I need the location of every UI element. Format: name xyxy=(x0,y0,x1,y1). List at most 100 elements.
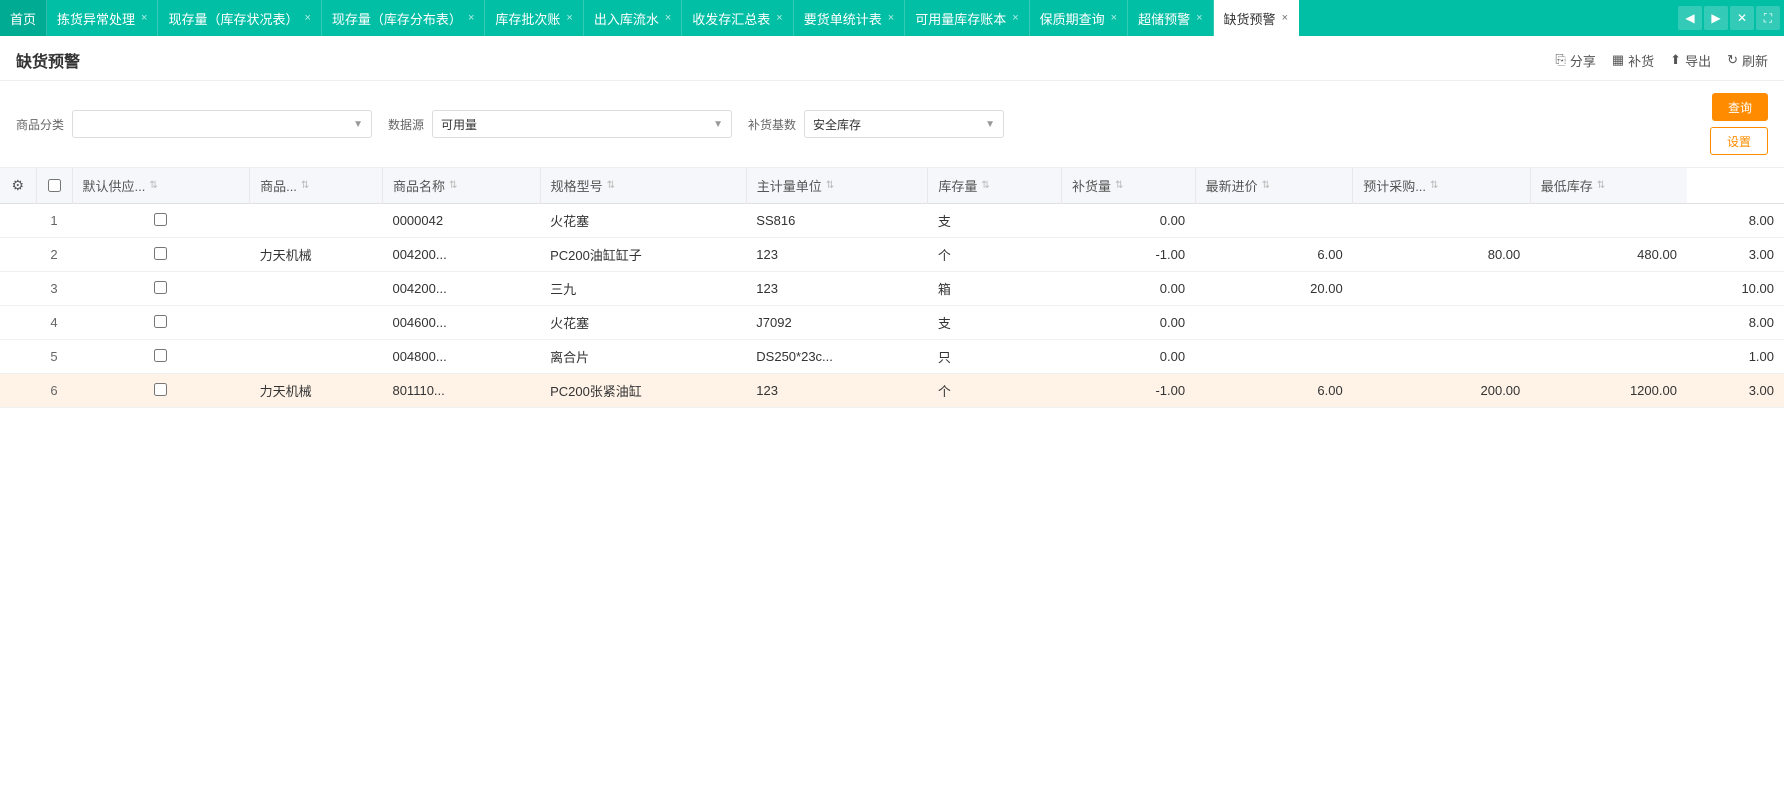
refresh-icon: ↻ xyxy=(1727,52,1738,68)
sort-icon-replenish-qty: ⇅ xyxy=(1115,180,1123,191)
tab-close-可用量库存账本[interactable]: × xyxy=(1012,12,1018,24)
row-min-stock: 8.00 xyxy=(1687,306,1784,340)
th-default-supplier[interactable]: 默认供应... ⇅ xyxy=(72,168,250,204)
tab-close-现存量（库存状况表）[interactable]: × xyxy=(304,12,310,24)
nav-tab-可用量库存账本[interactable]: 可用量库存账本× xyxy=(905,0,1029,36)
row-number: 5 xyxy=(36,340,72,374)
refresh-button[interactable]: ↻ 刷新 xyxy=(1727,51,1768,70)
row-latest-price xyxy=(1353,204,1531,238)
row-product-name: PC200张紧油缸 xyxy=(540,374,746,408)
row-checkbox[interactable] xyxy=(154,315,167,328)
sort-icon-name: ⇅ xyxy=(449,180,457,191)
tab-close-保质期查询[interactable]: × xyxy=(1111,12,1117,24)
tab-close-拣货异常处理[interactable]: × xyxy=(141,12,147,24)
tab-close-缺货预警[interactable]: × xyxy=(1282,12,1288,24)
filter-actions: 查询 设置 xyxy=(1710,93,1768,155)
row-checkbox[interactable] xyxy=(154,281,167,294)
category-select-arrow: ▼ xyxy=(353,119,363,130)
replenish-select-value: 安全库存 xyxy=(813,116,861,133)
th-latest-price[interactable]: 最新进价 ⇅ xyxy=(1195,168,1353,204)
sort-icon-supplier: ⇅ xyxy=(149,180,157,191)
nav-tab-现存量（库存状况表）[interactable]: 现存量（库存状况表）× xyxy=(158,0,321,36)
filter-bar: 商品分类 ▼ 数据源 可用量 ▼ 补货基数 安全库存 ▼ 查询 xyxy=(0,81,1784,168)
row-unit: 个 xyxy=(928,238,1062,272)
tab-close-要货单统计表[interactable]: × xyxy=(888,12,894,24)
settings-button[interactable]: 设置 xyxy=(1710,127,1768,155)
nav-tab-现存量（库存分布表）[interactable]: 现存量（库存分布表）× xyxy=(322,0,485,36)
nav-tab-保质期查询[interactable]: 保质期查询× xyxy=(1030,0,1128,36)
row-gear-cell xyxy=(0,306,36,340)
nav-tab-收发存汇总表[interactable]: 收发存汇总表× xyxy=(682,0,793,36)
th-stock[interactable]: 库存量 ⇅ xyxy=(928,168,1062,204)
row-min-stock: 3.00 xyxy=(1687,238,1784,272)
th-min-stock[interactable]: 最低库存 ⇅ xyxy=(1530,168,1687,204)
nav-next-button[interactable]: ▶ xyxy=(1704,6,1728,30)
row-replenish-qty xyxy=(1195,306,1353,340)
nav-tab-要货单统计表[interactable]: 要货单统计表× xyxy=(794,0,905,36)
header-actions: ⎘ 分享 ▦ 补货 ⬆ 导出 ↻ 刷新 xyxy=(1555,51,1768,70)
row-checkbox[interactable] xyxy=(154,213,167,226)
share-icon: ⎘ xyxy=(1555,52,1565,68)
row-product-code: 004200... xyxy=(382,238,540,272)
nav-tab-超储预警[interactable]: 超储预警× xyxy=(1128,0,1213,36)
datasource-select-value: 可用量 xyxy=(441,116,477,133)
sort-icon-estimated: ⇅ xyxy=(1430,180,1438,191)
nav-tab-库存批次账[interactable]: 库存批次账× xyxy=(485,0,583,36)
nav-tab-拣货异常处理[interactable]: 拣货异常处理× xyxy=(47,0,158,36)
gear-icon[interactable]: ⚙ xyxy=(11,177,24,194)
tab-close-收发存汇总表[interactable]: × xyxy=(776,12,782,24)
select-all-checkbox[interactable] xyxy=(48,179,61,192)
share-button[interactable]: ⎘ 分享 xyxy=(1555,51,1595,70)
row-estimated-purchase xyxy=(1530,340,1687,374)
nav-bar: 首页拣货异常处理×现存量（库存状况表）×现存量（库存分布表）×库存批次账×出入库… xyxy=(0,0,1784,36)
row-stock: -1.00 xyxy=(1061,238,1195,272)
row-replenish-qty xyxy=(1195,340,1353,374)
th-product-name[interactable]: 商品名称 ⇅ xyxy=(382,168,540,204)
datasource-select[interactable]: 可用量 ▼ xyxy=(432,110,732,138)
nav-tab-首页[interactable]: 首页 xyxy=(0,0,47,36)
row-product-code: 004600... xyxy=(382,306,540,340)
export-button[interactable]: ⬆ 导出 xyxy=(1670,51,1711,70)
row-estimated-purchase: 1200.00 xyxy=(1530,374,1687,408)
tab-close-库存批次账[interactable]: × xyxy=(566,12,572,24)
row-product-code: 0000042 xyxy=(382,204,540,238)
table-container: ⚙ 默认供应... ⇅ xyxy=(0,168,1784,408)
th-estimated-purchase[interactable]: 预计采购... ⇅ xyxy=(1353,168,1531,204)
replenish-button[interactable]: ▦ 补货 xyxy=(1612,51,1654,70)
query-button[interactable]: 查询 xyxy=(1712,93,1768,121)
datasource-label: 数据源 xyxy=(388,116,424,133)
row-min-stock: 8.00 xyxy=(1687,204,1784,238)
row-supplier: 力天机械 xyxy=(250,374,383,408)
row-product-name: 火花塞 xyxy=(540,204,746,238)
tab-close-出入库流水[interactable]: × xyxy=(665,12,671,24)
row-min-stock: 1.00 xyxy=(1687,340,1784,374)
tab-close-超储预警[interactable]: × xyxy=(1196,12,1202,24)
tab-close-现存量（库存分布表）[interactable]: × xyxy=(468,12,474,24)
row-replenish-qty: 20.00 xyxy=(1195,272,1353,306)
row-checkbox[interactable] xyxy=(154,349,167,362)
th-spec[interactable]: 规格型号 ⇅ xyxy=(540,168,746,204)
th-replenish-qty[interactable]: 补货量 ⇅ xyxy=(1061,168,1195,204)
th-unit[interactable]: 主计量单位 ⇅ xyxy=(746,168,928,204)
row-spec: 123 xyxy=(746,374,928,408)
datasource-filter-group: 数据源 可用量 ▼ xyxy=(388,110,732,138)
nav-tab-缺货预警[interactable]: 缺货预警× xyxy=(1214,0,1299,36)
row-product-name: 离合片 xyxy=(540,340,746,374)
th-product-code[interactable]: 商品... ⇅ xyxy=(250,168,383,204)
row-supplier xyxy=(250,306,383,340)
table-row: 3004200...三九123箱0.0020.0010.00 xyxy=(0,272,1784,306)
category-select[interactable]: ▼ xyxy=(72,110,372,138)
row-gear-cell xyxy=(0,340,36,374)
nav-maximize-button[interactable]: ⛶ xyxy=(1756,6,1780,30)
row-stock: 0.00 xyxy=(1061,272,1195,306)
row-spec: J7092 xyxy=(746,306,928,340)
nav-prev-button[interactable]: ◀ xyxy=(1678,6,1702,30)
replenish-select[interactable]: 安全库存 ▼ xyxy=(804,110,1004,138)
nav-close-button[interactable]: ✕ xyxy=(1730,6,1754,30)
row-replenish-qty xyxy=(1195,204,1353,238)
nav-tab-出入库流水[interactable]: 出入库流水× xyxy=(584,0,682,36)
category-label: 商品分类 xyxy=(16,116,64,133)
row-replenish-qty: 6.00 xyxy=(1195,238,1353,272)
row-checkbox[interactable] xyxy=(154,383,167,396)
row-checkbox[interactable] xyxy=(154,247,167,260)
